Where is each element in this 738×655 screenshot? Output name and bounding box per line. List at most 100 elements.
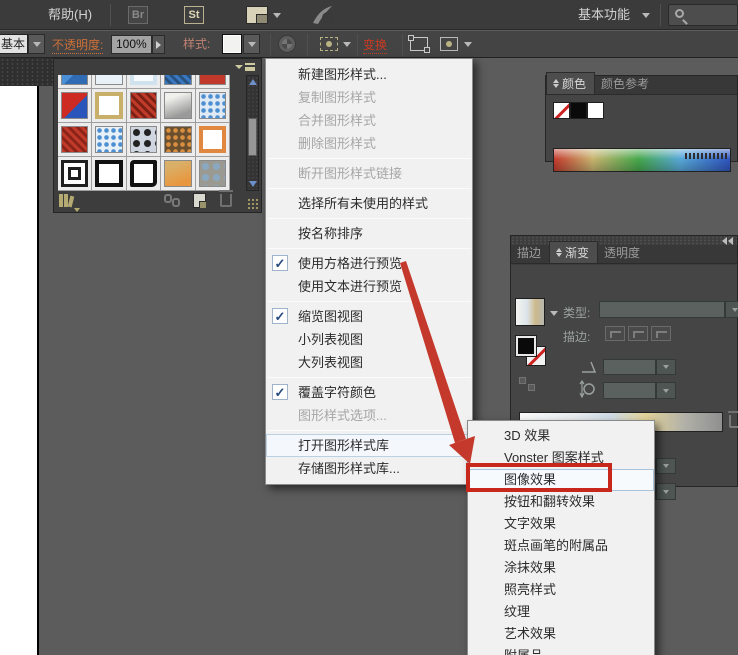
library-menu-item[interactable]: 3D 效果 [468, 425, 654, 447]
graphic-style-swatch[interactable] [58, 89, 92, 123]
graphic-style-swatch[interactable] [127, 123, 161, 157]
panel-grip [685, 153, 729, 159]
graphic-style-swatch[interactable] [92, 75, 126, 89]
menu-item[interactable]: 打开图形样式库 [266, 434, 472, 457]
styles-scrollbar[interactable] [246, 75, 259, 191]
tab-color[interactable]: 颜色 [546, 72, 595, 94]
fill-proxy[interactable] [516, 336, 536, 356]
chevron-down-icon [464, 42, 472, 47]
menu-item-label: 选择所有未使用的样式 [298, 196, 428, 211]
chevron-down-icon[interactable] [550, 311, 558, 316]
none-swatch[interactable] [553, 102, 570, 119]
document-setup-button[interactable] [278, 35, 296, 53]
stroke-across-button[interactable] [651, 326, 671, 341]
style-preset-select[interactable]: 基本 [0, 34, 28, 54]
stock-button[interactable]: St [184, 6, 204, 24]
stop-location-dropdown[interactable] [656, 483, 676, 500]
menu-item: 删除图形样式 [266, 132, 472, 155]
opacity-spinner[interactable] [152, 35, 165, 54]
menu-item[interactable]: ✓缩览图视图 [266, 305, 472, 328]
graphic-style-swatch[interactable] [161, 89, 195, 123]
new-style-button[interactable] [193, 193, 206, 208]
stroke-along-button[interactable] [628, 326, 648, 341]
arrange-documents-button[interactable] [246, 6, 281, 24]
menu-item[interactable]: 小列表视图 [266, 328, 472, 351]
style-dropdown-button[interactable] [243, 34, 260, 54]
stroke-within-button[interactable] [605, 326, 625, 341]
library-menu-item[interactable]: 涂抹效果 [468, 557, 654, 579]
graphic-style-swatch[interactable] [196, 157, 230, 191]
menu-help[interactable]: 帮助(H) [48, 0, 92, 30]
graphic-style-swatch[interactable] [161, 75, 195, 89]
graphic-style-swatch[interactable] [92, 157, 126, 191]
library-menu-item[interactable]: 艺术效果 [468, 623, 654, 645]
resize-grip-icon[interactable] [247, 198, 259, 210]
bounding-box-button[interactable] [410, 37, 428, 51]
graphic-style-swatch[interactable] [127, 75, 161, 89]
graphic-style-swatch[interactable] [58, 75, 92, 89]
reverse-gradient-icon[interactable] [519, 377, 539, 393]
graphic-style-swatch[interactable] [58, 157, 92, 191]
tab-transparency[interactable]: 透明度 [598, 242, 648, 263]
graphic-style-swatch[interactable] [161, 157, 195, 191]
style-swatch[interactable] [222, 34, 242, 54]
menu-item[interactable]: 新建图形样式... [266, 63, 472, 86]
opacity-value-field[interactable]: 100% [111, 35, 152, 54]
tab-stroke[interactable]: 描边 [511, 242, 549, 263]
angle-dropdown-button[interactable] [656, 359, 676, 375]
preset-dropdown-button[interactable] [28, 34, 45, 54]
scroll-down-icon[interactable] [249, 181, 257, 187]
break-link-icon[interactable] [164, 194, 180, 207]
select-similar-button[interactable] [320, 37, 351, 51]
graphic-style-swatch[interactable] [196, 75, 230, 89]
library-menu-item[interactable]: 文字效果 [468, 513, 654, 535]
color-spectrum-bar[interactable] [553, 148, 731, 172]
collapse-panel-icon[interactable] [722, 237, 733, 245]
style-libraries-menu-button[interactable] [59, 194, 77, 207]
style-preview [61, 126, 88, 153]
menu-item[interactable]: 使用文本进行预览 [266, 275, 472, 298]
panel-flyout-menu-button[interactable] [235, 63, 255, 71]
app-extension-button[interactable] [310, 3, 336, 27]
tab-gradient[interactable]: 渐变 [549, 241, 598, 263]
library-menu-item[interactable]: 按钮和翻转效果 [468, 491, 654, 513]
menu-item[interactable]: ✓覆盖字符颜色 [266, 381, 472, 404]
transform-link[interactable]: 变换 [363, 37, 387, 54]
gradient-type-select[interactable] [599, 301, 725, 318]
menu-item[interactable]: 按名称排序 [266, 222, 472, 245]
menu-item[interactable]: 大列表视图 [266, 351, 472, 374]
graphic-style-swatch[interactable] [196, 123, 230, 157]
white-swatch[interactable] [587, 102, 604, 119]
graphic-style-swatch[interactable] [127, 89, 161, 123]
bridge-icon: Br [128, 6, 148, 24]
search-input[interactable] [668, 4, 738, 26]
library-menu-item[interactable]: 附属品 [468, 645, 654, 655]
library-menu-item[interactable]: 斑点画笔的附属品 [468, 535, 654, 557]
scrollbar-thumb[interactable] [248, 118, 257, 156]
graphic-style-swatch[interactable] [196, 89, 230, 123]
menu-item[interactable]: 存储图形样式库... [266, 457, 472, 480]
menu-item[interactable]: 选择所有未使用的样式 [266, 192, 472, 215]
workspace-switcher[interactable]: 基本功能 [578, 0, 630, 30]
aspect-field[interactable] [603, 382, 656, 399]
scroll-up-icon[interactable] [249, 79, 257, 85]
graphic-style-swatch[interactable] [161, 123, 195, 157]
gradient-thumbnail[interactable] [515, 298, 545, 326]
tab-color-guide[interactable]: 颜色参考 [595, 73, 657, 94]
isolate-selection-button[interactable] [440, 37, 472, 51]
graphic-style-swatch[interactable] [92, 123, 126, 157]
bridge-button[interactable]: Br [128, 6, 148, 24]
aspect-dropdown-button[interactable] [656, 382, 676, 399]
type-dropdown-button[interactable] [725, 301, 738, 318]
stop-opacity-dropdown[interactable] [656, 458, 676, 474]
library-menu-item[interactable]: 照亮样式 [468, 579, 654, 601]
menu-item[interactable]: ✓使用方格进行预览 [266, 252, 472, 275]
black-swatch[interactable] [570, 102, 587, 119]
graphic-style-swatch[interactable] [127, 157, 161, 191]
graphic-style-swatch[interactable] [58, 123, 92, 157]
chevron-down-icon [235, 65, 243, 69]
graphic-style-swatch[interactable] [92, 89, 126, 123]
angle-field[interactable] [603, 359, 656, 375]
opacity-link[interactable]: 不透明度: [52, 37, 103, 54]
library-menu-item[interactable]: 纹理 [468, 601, 654, 623]
